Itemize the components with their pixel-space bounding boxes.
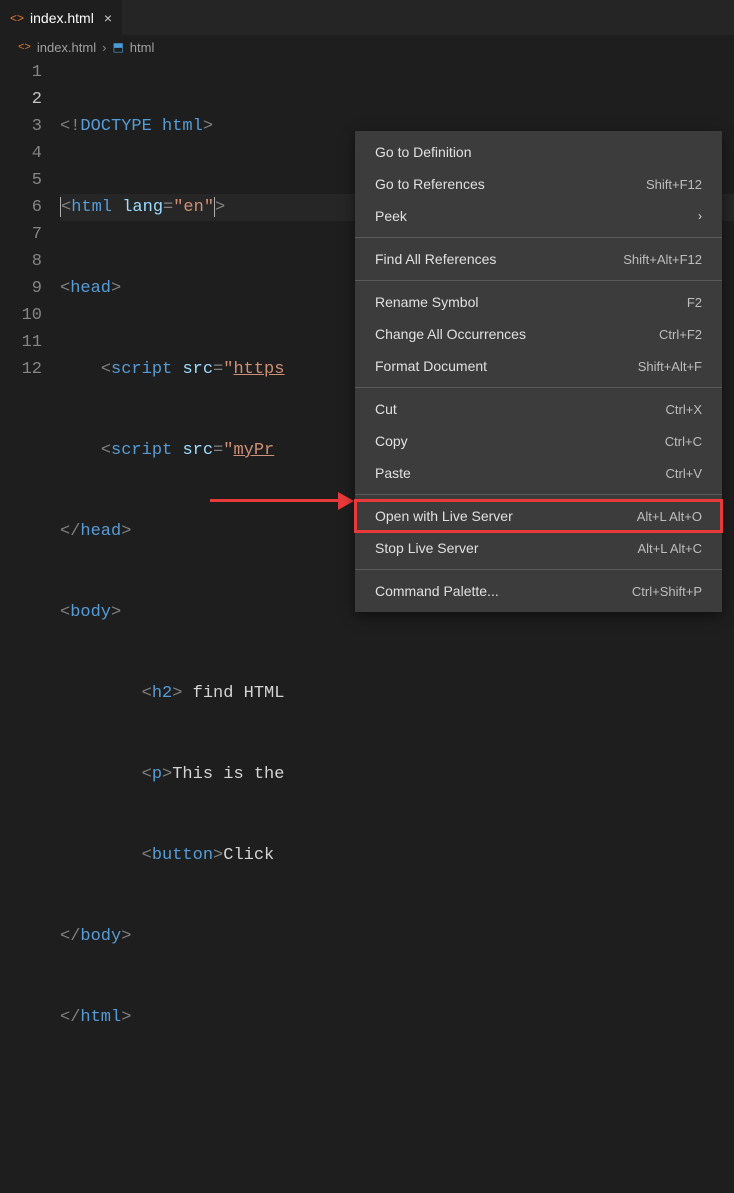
line-number-gutter: 1 2 3 4 5 6 7 8 9 10 11 12 <box>0 59 60 599</box>
code-line: <p>This is the <box>60 761 734 788</box>
tab-bar: <> index.html × <box>0 0 734 35</box>
menu-item-open-with-live-server[interactable]: Open with Live ServerAlt+L Alt+O <box>355 500 722 532</box>
tab-filename: index.html <box>30 10 94 26</box>
chevron-right-icon: › <box>698 209 702 223</box>
menu-item-find-all-references[interactable]: Find All ReferencesShift+Alt+F12 <box>355 243 722 275</box>
code-line: </html> <box>60 1004 734 1031</box>
breadcrumb[interactable]: <> index.html › ⬒ html <box>0 35 734 59</box>
annotation-arrow <box>210 499 340 502</box>
code-line: </body> <box>60 923 734 950</box>
breadcrumb-file[interactable]: index.html <box>37 40 96 55</box>
breadcrumb-symbol[interactable]: html <box>130 40 155 55</box>
code-line: <button>Click <box>60 842 734 869</box>
menu-item-paste[interactable]: PasteCtrl+V <box>355 457 722 489</box>
menu-item-command-palette[interactable]: Command Palette...Ctrl+Shift+P <box>355 575 722 607</box>
menu-item-format-document[interactable]: Format DocumentShift+Alt+F <box>355 350 722 382</box>
menu-item-stop-live-server[interactable]: Stop Live ServerAlt+L Alt+C <box>355 532 722 564</box>
menu-separator <box>355 494 722 495</box>
menu-separator <box>355 280 722 281</box>
menu-item-rename-symbol[interactable]: Rename SymbolF2 <box>355 286 722 318</box>
menu-item-peek[interactable]: Peek› <box>355 200 722 232</box>
menu-separator <box>355 237 722 238</box>
context-menu: Go to Definition Go to ReferencesShift+F… <box>355 131 722 612</box>
editor-tab[interactable]: <> index.html × <box>0 0 123 35</box>
menu-item-cut[interactable]: CutCtrl+X <box>355 393 722 425</box>
menu-item-go-to-references[interactable]: Go to ReferencesShift+F12 <box>355 168 722 200</box>
menu-item-go-to-definition[interactable]: Go to Definition <box>355 136 722 168</box>
close-icon[interactable]: × <box>104 10 112 26</box>
html-file-icon: <> <box>18 41 31 53</box>
menu-separator <box>355 387 722 388</box>
html-file-icon: <> <box>10 11 24 25</box>
code-line: <h2> find HTML <box>60 680 734 707</box>
menu-item-change-all-occurrences[interactable]: Change All OccurrencesCtrl+F2 <box>355 318 722 350</box>
symbol-icon: ⬒ <box>112 40 123 54</box>
menu-item-copy[interactable]: CopyCtrl+C <box>355 425 722 457</box>
menu-separator <box>355 569 722 570</box>
chevron-right-icon: › <box>102 40 106 55</box>
